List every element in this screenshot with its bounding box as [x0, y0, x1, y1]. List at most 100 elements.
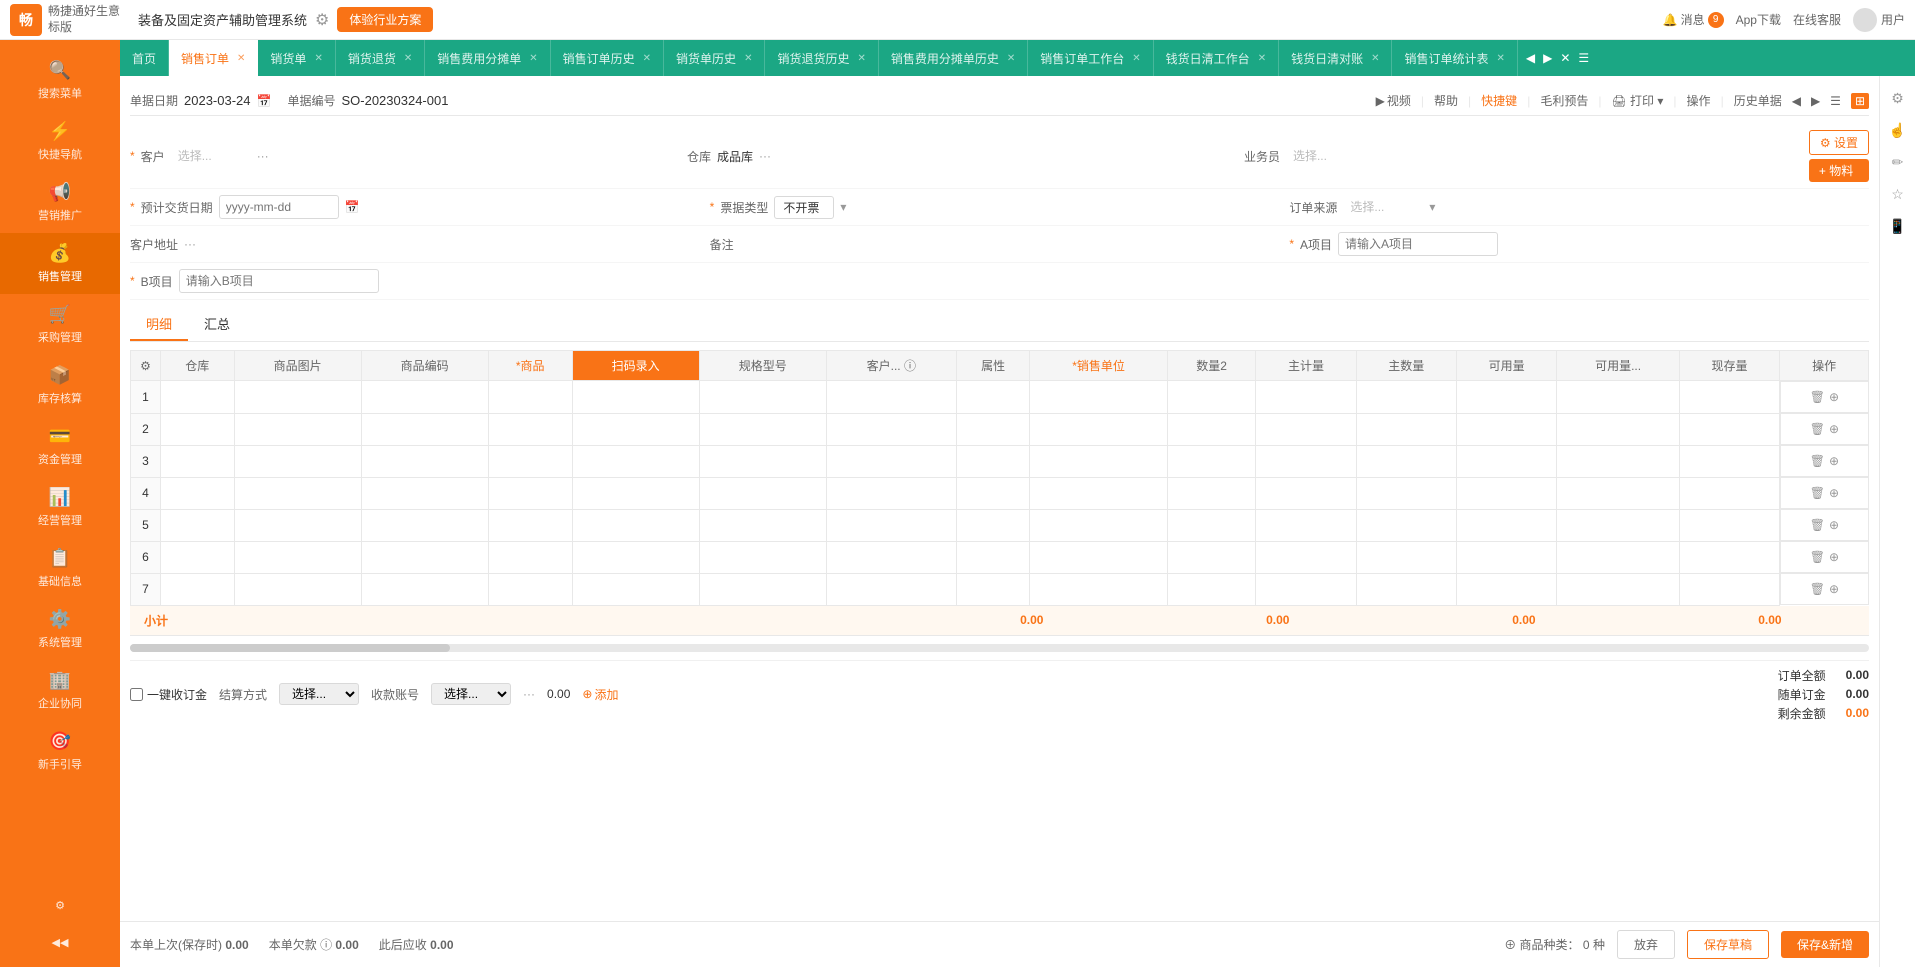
info-icon[interactable]: ⓘ: [320, 938, 332, 952]
delete-row-icon[interactable]: 🗑: [1810, 454, 1825, 468]
pay-method-select[interactable]: 选择...: [279, 683, 359, 705]
sidebar-item-sales[interactable]: 💰 销售管理: [0, 233, 120, 294]
auto-checkout-check[interactable]: [130, 688, 143, 701]
row-spec[interactable]: [699, 413, 826, 445]
sidebar-collapse-button[interactable]: ◀◀: [0, 928, 120, 957]
close-icon[interactable]: ✕: [744, 53, 752, 64]
tab-daily-reconcile[interactable]: 钱货日清对账 ✕: [1279, 40, 1392, 76]
tab-sales-expense[interactable]: 销售费用分摊单 ✕: [425, 40, 550, 76]
staff-input[interactable]: 选择...: [1286, 144, 1366, 168]
delete-row-icon[interactable]: 🗑: [1810, 550, 1825, 564]
sidebar-settings-button[interactable]: ⚙: [0, 891, 120, 920]
shortcut-btn[interactable]: 快捷键: [1481, 92, 1517, 109]
row-unit[interactable]: [1030, 381, 1167, 414]
copy-row-icon[interactable]: ⊕: [1829, 422, 1839, 436]
help-btn[interactable]: 帮助: [1434, 92, 1458, 109]
row-code[interactable]: [361, 381, 488, 414]
sidebar-item-inventory[interactable]: 📦 库存核算: [0, 355, 120, 416]
project-b-input[interactable]: [179, 269, 379, 293]
tab-sales-order-history[interactable]: 销售订单历史 ✕: [551, 40, 664, 76]
discard-button[interactable]: 放弃: [1617, 930, 1675, 959]
app-download-link[interactable]: App下载: [1736, 11, 1781, 28]
sidebar-item-system[interactable]: ⚙️ 系统管理: [0, 599, 120, 660]
copy-row-icon[interactable]: ⊕: [1829, 582, 1839, 596]
copy-row-icon[interactable]: ⊕: [1829, 454, 1839, 468]
address-more-icon[interactable]: ···: [184, 237, 196, 251]
copy-row-icon[interactable]: ⊕: [1829, 518, 1839, 532]
delete-row-icon[interactable]: 🗑: [1810, 486, 1825, 500]
nav-prev-icon[interactable]: ◀: [1792, 94, 1801, 108]
row-cust-code[interactable]: [826, 381, 956, 414]
invoice-dropdown-icon[interactable]: ▾: [840, 200, 846, 214]
delivery-date-input[interactable]: [219, 195, 339, 219]
close-icon[interactable]: ✕: [857, 53, 865, 64]
account-select[interactable]: 选择...: [431, 683, 511, 705]
sidebar-item-search[interactable]: 🔍 搜索菜单: [0, 50, 120, 111]
right-qr-icon[interactable]: 📱: [1884, 212, 1912, 240]
tab-return-history[interactable]: 销货退货历史 ✕: [765, 40, 878, 76]
col-settings-header[interactable]: ⚙: [131, 351, 161, 381]
message-icon[interactable]: 🔔 消息 9: [1663, 11, 1724, 28]
sidebar-item-quick-nav[interactable]: ⚡ 快捷导航: [0, 111, 120, 172]
tab-prev-icon[interactable]: ◀: [1522, 49, 1539, 67]
right-finger-icon[interactable]: ☝: [1884, 116, 1912, 144]
tab-close-all-icon[interactable]: ✕: [1556, 49, 1574, 67]
close-icon[interactable]: ✕: [1132, 53, 1140, 64]
auto-checkout-checkbox[interactable]: 一键收订金: [130, 686, 207, 703]
right-config-icon[interactable]: ⚙: [1884, 84, 1912, 112]
row-attr[interactable]: [956, 413, 1030, 445]
settings-gear-icon[interactable]: ⚙: [315, 10, 329, 30]
tab-expense-history[interactable]: 销售费用分摊单历史 ✕: [879, 40, 1028, 76]
row-spec[interactable]: [699, 381, 826, 414]
preview-btn[interactable]: ▶ 视频: [1376, 92, 1411, 109]
row-warehouse[interactable]: [161, 413, 235, 445]
row-attr[interactable]: [956, 381, 1030, 414]
add-payment-link[interactable]: ⊕ 添加: [582, 686, 618, 703]
project-a-input[interactable]: [1338, 232, 1498, 256]
delete-row-icon[interactable]: 🗑: [1810, 390, 1825, 404]
tab-next-icon[interactable]: ▶: [1539, 49, 1556, 67]
close-icon[interactable]: ✕: [643, 53, 651, 64]
close-icon[interactable]: ✕: [529, 53, 537, 64]
sidebar-item-marketing[interactable]: 📢 营销推广: [0, 172, 120, 233]
customer-more-icon[interactable]: ···: [257, 149, 269, 163]
copy-row-icon[interactable]: ⊕: [1829, 390, 1839, 404]
row-warehouse[interactable]: [161, 445, 235, 477]
row-main-qty[interactable]: [1356, 413, 1456, 445]
tab-invoice-history[interactable]: 销货单历史 ✕: [664, 40, 765, 76]
tab-summary[interactable]: 汇总: [188, 308, 246, 341]
print-btn[interactable]: 🖨 打印 ▾: [1611, 92, 1663, 109]
history-btn[interactable]: 历史单据: [1734, 92, 1782, 109]
print-dropdown-icon[interactable]: ▾: [1657, 94, 1663, 108]
view-detail-icon[interactable]: ⊞: [1851, 93, 1869, 109]
tab-sales-invoice[interactable]: 销货单 ✕: [258, 40, 335, 76]
nav-next-icon[interactable]: ▶: [1811, 94, 1820, 108]
row-product[interactable]: [488, 381, 572, 414]
delete-row-icon[interactable]: 🗑: [1810, 422, 1825, 436]
col-scan-header[interactable]: 扫码录入: [572, 351, 699, 381]
operations-btn[interactable]: 操作: [1687, 92, 1711, 109]
row-cust-code[interactable]: [826, 413, 956, 445]
profit-forecast-btn[interactable]: 毛利预告: [1540, 92, 1588, 109]
tab-sales-workbench[interactable]: 销售订单工作台 ✕: [1028, 40, 1153, 76]
copy-row-icon[interactable]: ⊕: [1829, 486, 1839, 500]
row-qty2[interactable]: [1167, 381, 1255, 414]
save-new-button[interactable]: 保存&新增: [1781, 931, 1869, 958]
tab-menu-icon[interactable]: ☰: [1574, 49, 1593, 67]
order-source-dropdown-icon[interactable]: ▾: [1429, 200, 1435, 214]
close-icon[interactable]: ✕: [1497, 53, 1505, 64]
row-qty2[interactable]: [1167, 413, 1255, 445]
tab-detail[interactable]: 明细: [130, 308, 188, 341]
close-icon[interactable]: ✕: [404, 53, 412, 64]
row-unit[interactable]: [1030, 413, 1167, 445]
right-star-icon[interactable]: ☆: [1884, 180, 1912, 208]
row-warehouse[interactable]: [161, 381, 235, 414]
close-icon[interactable]: ✕: [1258, 53, 1266, 64]
calendar-icon[interactable]: 📅: [257, 94, 272, 108]
sidebar-item-base[interactable]: 📋 基础信息: [0, 538, 120, 599]
sidebar-item-enterprise[interactable]: 🏢 企业协同: [0, 660, 120, 721]
sidebar-item-purchase[interactable]: 🛒 采购管理: [0, 294, 120, 355]
tab-daily-clear[interactable]: 钱货日清工作台 ✕: [1154, 40, 1279, 76]
tab-home[interactable]: 首页: [120, 40, 169, 76]
row-code[interactable]: [361, 413, 488, 445]
